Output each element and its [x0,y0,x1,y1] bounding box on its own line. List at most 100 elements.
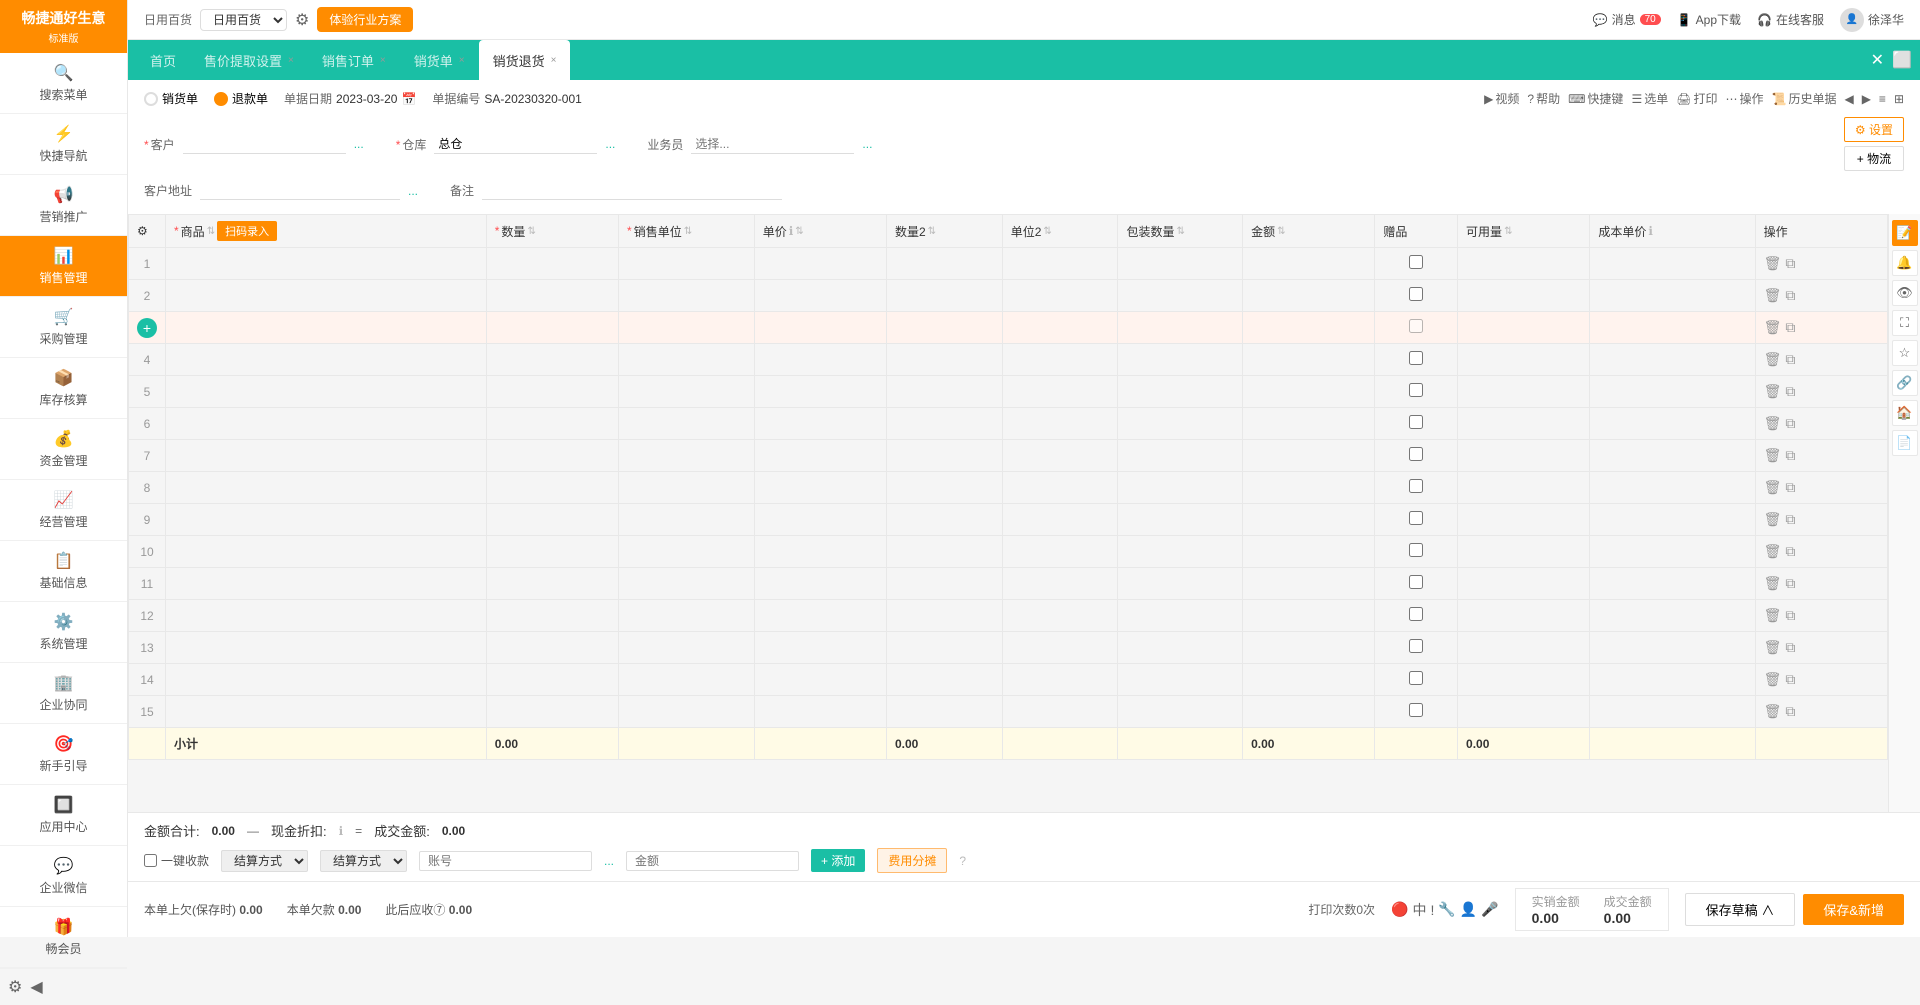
calendar-icon[interactable]: 📅 [401,92,416,106]
sort-icon-unit2[interactable]: ⇅ [1043,226,1051,237]
tab-close-icon[interactable]: × [380,55,386,66]
cell-product[interactable] [166,536,487,568]
delete-row-icon[interactable]: 🗑 [1764,607,1782,624]
tab-home[interactable]: 首页 [136,40,190,80]
sort-icon-qty[interactable]: ⇅ [527,226,535,237]
cell-product[interactable] [166,280,487,312]
delete-row-icon[interactable]: 🗑 [1764,319,1782,336]
sidebar-collapse-icon[interactable]: ◀ [30,977,42,997]
copy-row-icon[interactable]: ⧉ [1785,255,1795,272]
gear-header-icon[interactable]: ⚙ [137,224,148,238]
toolbar-view-list-btn[interactable]: ≡ [1879,90,1886,107]
cell-product[interactable] [166,600,487,632]
right-icon-expand[interactable]: ⛶ [1892,310,1918,336]
cell-product[interactable] [166,248,487,280]
cell-product[interactable] [166,408,487,440]
sidebar-item-wechat[interactable]: 💬 企业微信 [0,846,127,907]
sidebar-item-operation[interactable]: 📈 经营管理 [0,480,127,541]
address-input[interactable] [200,181,400,200]
toolbar-view-grid-btn[interactable]: ⊞ [1894,90,1904,107]
delete-row-icon[interactable]: 🗑 [1764,703,1782,720]
customer-input[interactable] [183,135,346,154]
warehouse-dots[interactable]: ... [605,137,615,151]
account-input[interactable] [419,851,592,871]
copy-row-icon[interactable]: ⧉ [1785,703,1795,720]
settings-side-button[interactable]: ⚙ 设置 [1844,117,1904,142]
breadcrumb-select[interactable]: 日用百货 [200,9,287,31]
cell-product[interactable] [166,696,487,728]
gift-checkbox[interactable] [1409,703,1423,717]
tab-sales-order[interactable]: 销售订单 × [308,40,400,80]
toolbar-select-btn[interactable]: ☰ 选单 [1631,90,1668,107]
warehouse-input[interactable] [434,135,597,154]
copy-row-icon[interactable]: ⧉ [1785,415,1795,432]
delete-row-icon[interactable]: 🗑 [1764,383,1782,400]
copy-row-icon[interactable]: ⧉ [1785,319,1795,336]
copy-row-icon[interactable]: ⧉ [1785,287,1795,304]
one-click-payment-label[interactable]: 一键收款 [144,852,209,869]
gift-checkbox[interactable] [1409,479,1423,493]
sidebar-item-shortcut[interactable]: ⚡ 快捷导航 [0,114,127,175]
header-settings-icon[interactable]: ⚙ [295,10,309,30]
copy-row-icon[interactable]: ⧉ [1785,383,1795,400]
toolbar-history-btn[interactable]: 📜 历史单据 [1771,90,1836,107]
toolbar-print-btn[interactable]: 🖨 打印 [1676,90,1717,107]
gift-checkbox[interactable] [1409,319,1423,333]
gift-checkbox[interactable] [1409,575,1423,589]
logistics-side-button[interactable]: + 物流 [1844,146,1904,171]
sidebar-item-appstore[interactable]: 🔲 应用中心 [0,785,127,846]
gift-checkbox[interactable] [1409,415,1423,429]
delete-row-icon[interactable]: 🗑 [1764,671,1782,688]
gift-checkbox[interactable] [1409,511,1423,525]
user-item[interactable]: 👤 徐泽华 [1840,8,1904,32]
toolbar-video-btn[interactable]: ▶ 视频 [1484,90,1519,107]
sidebar-item-purchase[interactable]: 🛒 采购管理 [0,297,127,358]
copy-row-icon[interactable]: ⧉ [1785,511,1795,528]
sort-icon-pack[interactable]: ⇅ [1176,226,1184,237]
add-row-button[interactable]: + [137,318,157,338]
save-draft-button[interactable]: 保存草稿 ∧ [1685,893,1796,926]
cell-product[interactable] [166,568,487,600]
customer-dots[interactable]: ... [354,137,364,151]
save-new-button[interactable]: 保存&新增 [1803,894,1904,925]
app-download-item[interactable]: 📱 App下载 [1677,11,1741,28]
cell-product[interactable] [166,664,487,696]
tab-sales-delivery[interactable]: 销货单 × [400,40,479,80]
right-icon-bell[interactable]: 🔔 [1892,250,1918,276]
gift-checkbox[interactable] [1409,255,1423,269]
gift-checkbox[interactable] [1409,447,1423,461]
sidebar-item-search[interactable]: 🔍 搜索菜单 [0,53,127,114]
right-icon-home[interactable]: 🏠 [1892,400,1918,426]
delete-row-icon[interactable]: 🗑 [1764,447,1782,464]
tab-maximize-button[interactable]: ⬜ [1892,50,1912,70]
toolbar-help-btn[interactable]: ? 帮助 [1527,90,1560,107]
product-input[interactable] [174,320,478,335]
toolbar-operate-btn[interactable]: ⋯ 操作 [1725,90,1763,107]
scan-button[interactable]: 扫码录入 [217,221,277,241]
amount-input[interactable] [626,851,799,871]
cell-product[interactable] [166,472,487,504]
toolbar-shortcut-btn[interactable]: ⌨ 快捷键 [1568,90,1623,107]
remark-input[interactable] [482,181,782,200]
calculation-method-select[interactable]: 结算方式 [320,850,407,872]
delete-row-icon[interactable]: 🗑 [1764,511,1782,528]
right-icon-link[interactable]: 🔗 [1892,370,1918,396]
copy-row-icon[interactable]: ⧉ [1785,639,1795,656]
delete-row-icon[interactable]: 🗑 [1764,255,1782,272]
address-dots[interactable]: ... [408,184,418,198]
gift-checkbox[interactable] [1409,607,1423,621]
sidebar-settings-icon[interactable]: ⚙ [8,977,22,997]
radio-return[interactable]: 退款单 [214,90,268,107]
gift-checkbox[interactable] [1409,543,1423,557]
add-button[interactable]: + 添加 [811,849,865,872]
delete-row-icon[interactable]: 🗑 [1764,575,1782,592]
sort-icon-price[interactable]: ⇅ [795,226,803,237]
toolbar-next-btn[interactable]: ▶ [1862,90,1871,107]
account-dots[interactable]: ... [604,854,614,868]
cash-discount-info-icon[interactable]: ℹ [339,824,344,838]
trial-button[interactable]: 体验行业方案 [317,7,413,32]
gift-checkbox[interactable] [1409,287,1423,301]
tab-price-setting[interactable]: 售价提取设置 × [190,40,308,80]
toolbar-prev-btn[interactable]: ◀ [1844,90,1853,107]
copy-row-icon[interactable]: ⧉ [1785,575,1795,592]
